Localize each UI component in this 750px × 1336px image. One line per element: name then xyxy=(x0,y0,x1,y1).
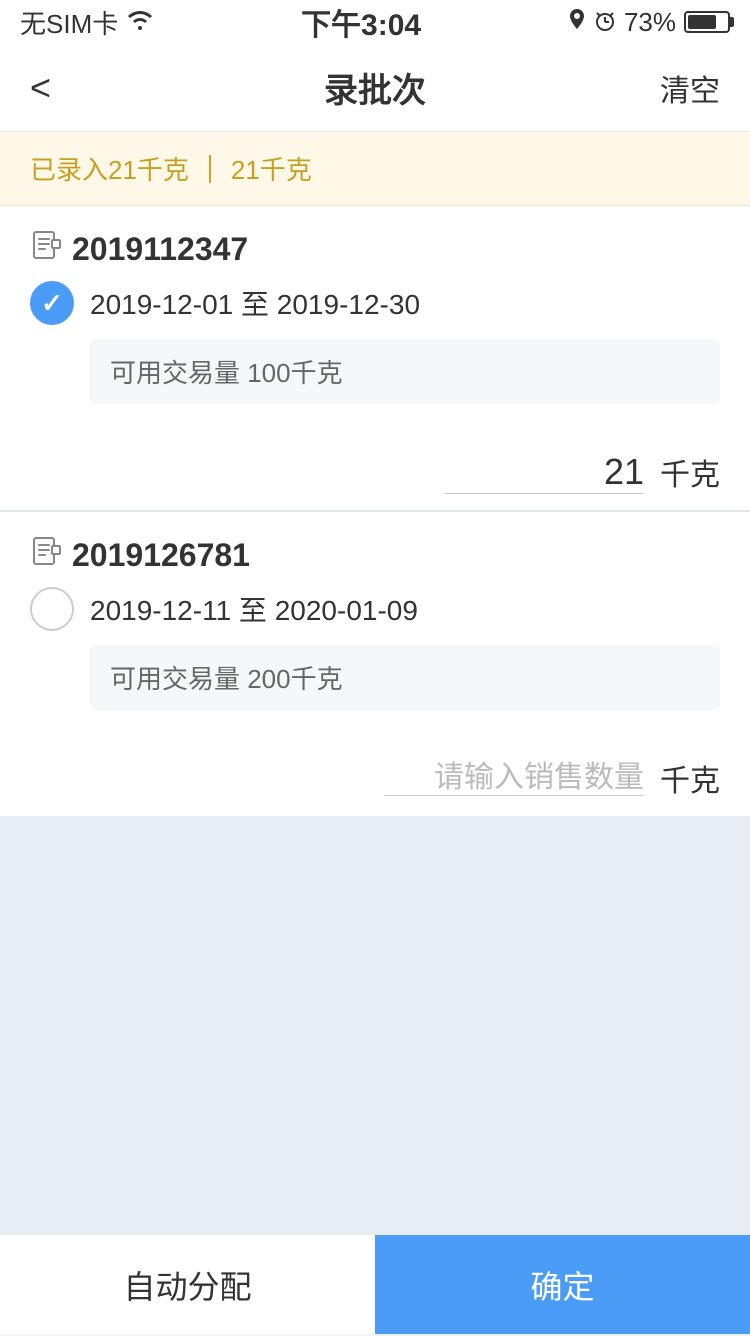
status-bar: 无SIM卡 下午3:04 73% xyxy=(0,0,750,44)
input-row-2: 千克 xyxy=(0,746,750,816)
sales-qty-input-2[interactable] xyxy=(384,761,644,796)
info-label: 已录入21千克 xyxy=(30,150,189,187)
amount-unit-1: 千克 xyxy=(660,450,720,494)
nav-bar: < 录批次 清空 xyxy=(0,44,750,132)
batch-header-2: 2019126781 xyxy=(30,536,720,575)
batch-doc-icon-2 xyxy=(30,536,62,575)
clear-button[interactable]: 清空 xyxy=(660,66,720,110)
confirm-button[interactable]: 确定 xyxy=(375,1235,750,1334)
radio-1[interactable] xyxy=(30,281,74,325)
input-unit-2: 千克 xyxy=(660,756,720,800)
battery-icon xyxy=(684,11,730,33)
batch-item-1: 2019112347 2019-12-01 至 2019-12-30 可用交易量… xyxy=(0,206,750,440)
amount-input-1[interactable] xyxy=(444,451,644,494)
batch-item-2: 2019126781 2019-12-11 至 2020-01-09 可用交易量… xyxy=(0,512,750,746)
alarm-icon xyxy=(594,7,616,38)
page-title: 录批次 xyxy=(324,63,426,112)
sim-text: 无SIM卡 xyxy=(20,4,118,41)
info-value: 21千克 xyxy=(231,150,312,187)
batch-doc-icon-1 xyxy=(30,230,62,269)
bottom-bar: 自动分配 确定 xyxy=(0,1234,750,1334)
wifi-icon xyxy=(126,8,154,36)
batch-id-2: 2019126781 xyxy=(72,537,250,574)
gray-area xyxy=(0,816,750,1236)
batch-date-2: 2019-12-11 至 2020-01-09 xyxy=(90,589,418,629)
amount-row-1: 千克 xyxy=(0,440,750,510)
status-right: 73% xyxy=(568,7,730,38)
info-banner: 已录入21千克 21千克 xyxy=(0,132,750,206)
batch-date-1: 2019-12-01 至 2019-12-30 xyxy=(90,283,420,323)
batch-date-row-2[interactable]: 2019-12-11 至 2020-01-09 xyxy=(30,587,720,631)
status-time: 下午3:04 xyxy=(301,0,421,44)
batch-header-1: 2019112347 xyxy=(30,230,720,269)
battery-percent: 73% xyxy=(624,7,676,38)
batch-qty-2: 可用交易量 200千克 xyxy=(90,645,720,710)
status-left: 无SIM卡 xyxy=(20,4,154,41)
info-divider xyxy=(209,155,211,183)
back-button[interactable]: < xyxy=(30,67,90,109)
location-icon xyxy=(568,7,586,38)
batch-id-1: 2019112347 xyxy=(72,231,248,268)
batch-qty-1: 可用交易量 100千克 xyxy=(90,339,720,404)
batch-date-row-1[interactable]: 2019-12-01 至 2019-12-30 xyxy=(30,281,720,325)
radio-2[interactable] xyxy=(30,587,74,631)
auto-assign-button[interactable]: 自动分配 xyxy=(0,1235,375,1334)
